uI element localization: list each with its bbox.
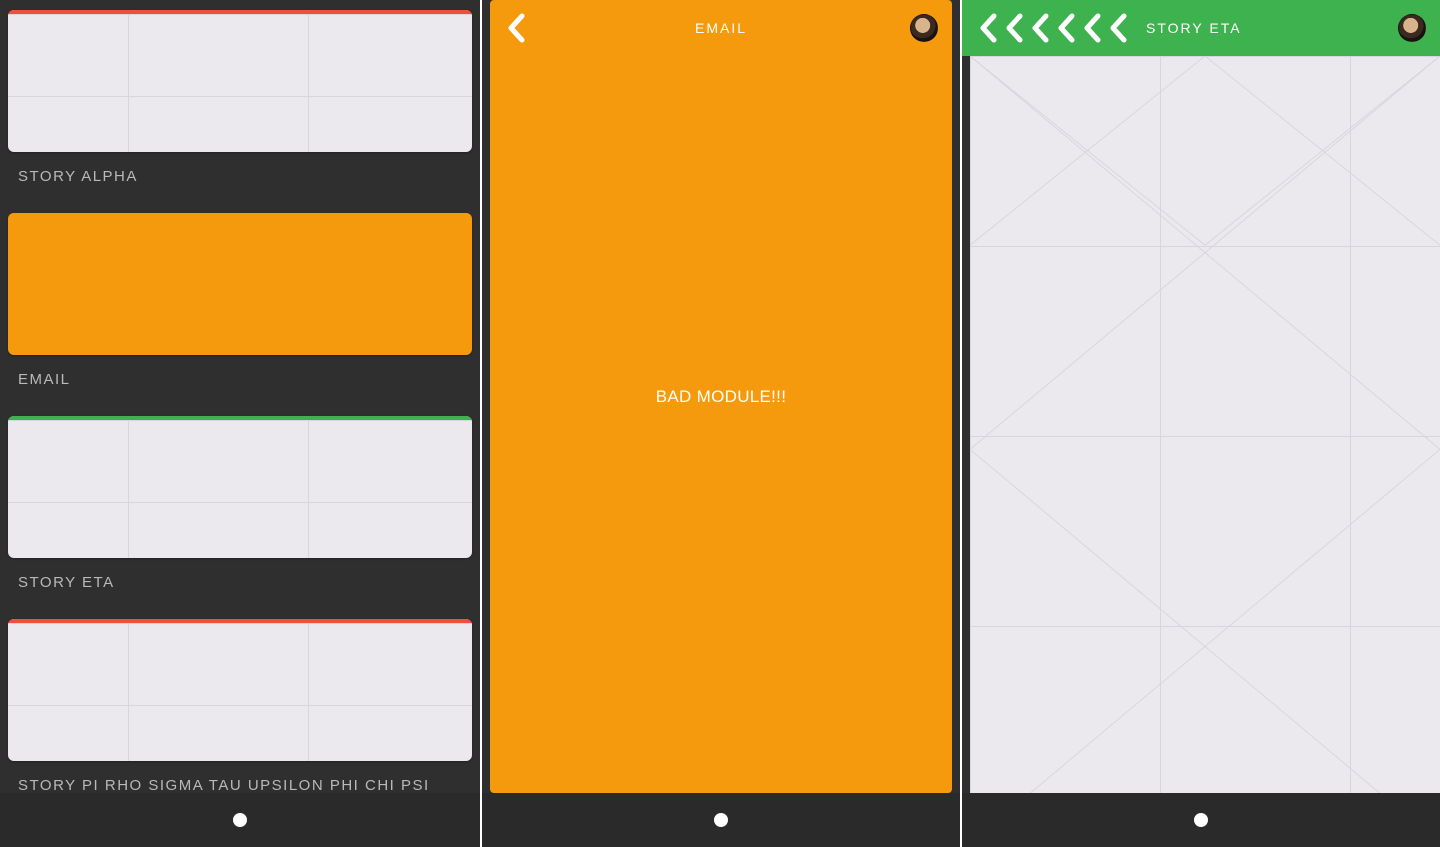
chevron-left-icon xyxy=(976,13,1002,43)
bottom-nav[interactable] xyxy=(0,793,480,847)
page-title: EMAIL xyxy=(490,20,952,36)
app-bar: STORY ETA xyxy=(962,0,1440,56)
chevron-left-icon xyxy=(1080,13,1106,43)
placeholder-grid-icon xyxy=(8,623,472,761)
bottom-nav[interactable] xyxy=(962,793,1440,847)
story-body-placeholder xyxy=(970,56,1440,847)
app-bar: EMAIL xyxy=(490,0,952,56)
nav-dot-icon xyxy=(714,813,728,827)
panel-story-eta-detail: STORY ETA xyxy=(960,0,1440,847)
panel-email-detail: EMAIL BAD MODULE!!! xyxy=(480,0,960,847)
placeholder-grid-icon xyxy=(8,420,472,558)
nav-dot-icon xyxy=(233,813,247,827)
story-card[interactable] xyxy=(8,416,472,558)
nav-dot-icon xyxy=(1194,813,1208,827)
story-card-label: EMAIL xyxy=(18,371,470,388)
panel-story-list: STORY ALPHAEMAILSTORY ETASTORY PI RHO SI… xyxy=(0,0,480,847)
bottom-nav[interactable] xyxy=(482,793,960,847)
story-card[interactable] xyxy=(8,10,472,152)
story-card-label: STORY ALPHA xyxy=(18,168,470,185)
chevron-left-icon xyxy=(1028,13,1054,43)
accent-stripe xyxy=(8,213,472,217)
chevron-left-icon xyxy=(1002,13,1028,43)
story-list[interactable]: STORY ALPHAEMAILSTORY ETASTORY PI RHO SI… xyxy=(0,0,480,829)
placeholder-grid-icon xyxy=(8,14,472,152)
error-message: BAD MODULE!!! xyxy=(656,387,786,407)
page-title: STORY ETA xyxy=(1146,20,1242,36)
avatar[interactable] xyxy=(1398,14,1426,42)
story-card[interactable] xyxy=(8,619,472,761)
chevron-left-icon xyxy=(1106,13,1132,43)
placeholder-x-icon xyxy=(970,56,1440,844)
story-card[interactable] xyxy=(8,213,472,355)
email-body: EMAIL BAD MODULE!!! xyxy=(490,0,952,793)
chevron-left-icon xyxy=(1054,13,1080,43)
back-button[interactable] xyxy=(976,13,1132,43)
story-card-label: STORY ETA xyxy=(18,574,470,591)
